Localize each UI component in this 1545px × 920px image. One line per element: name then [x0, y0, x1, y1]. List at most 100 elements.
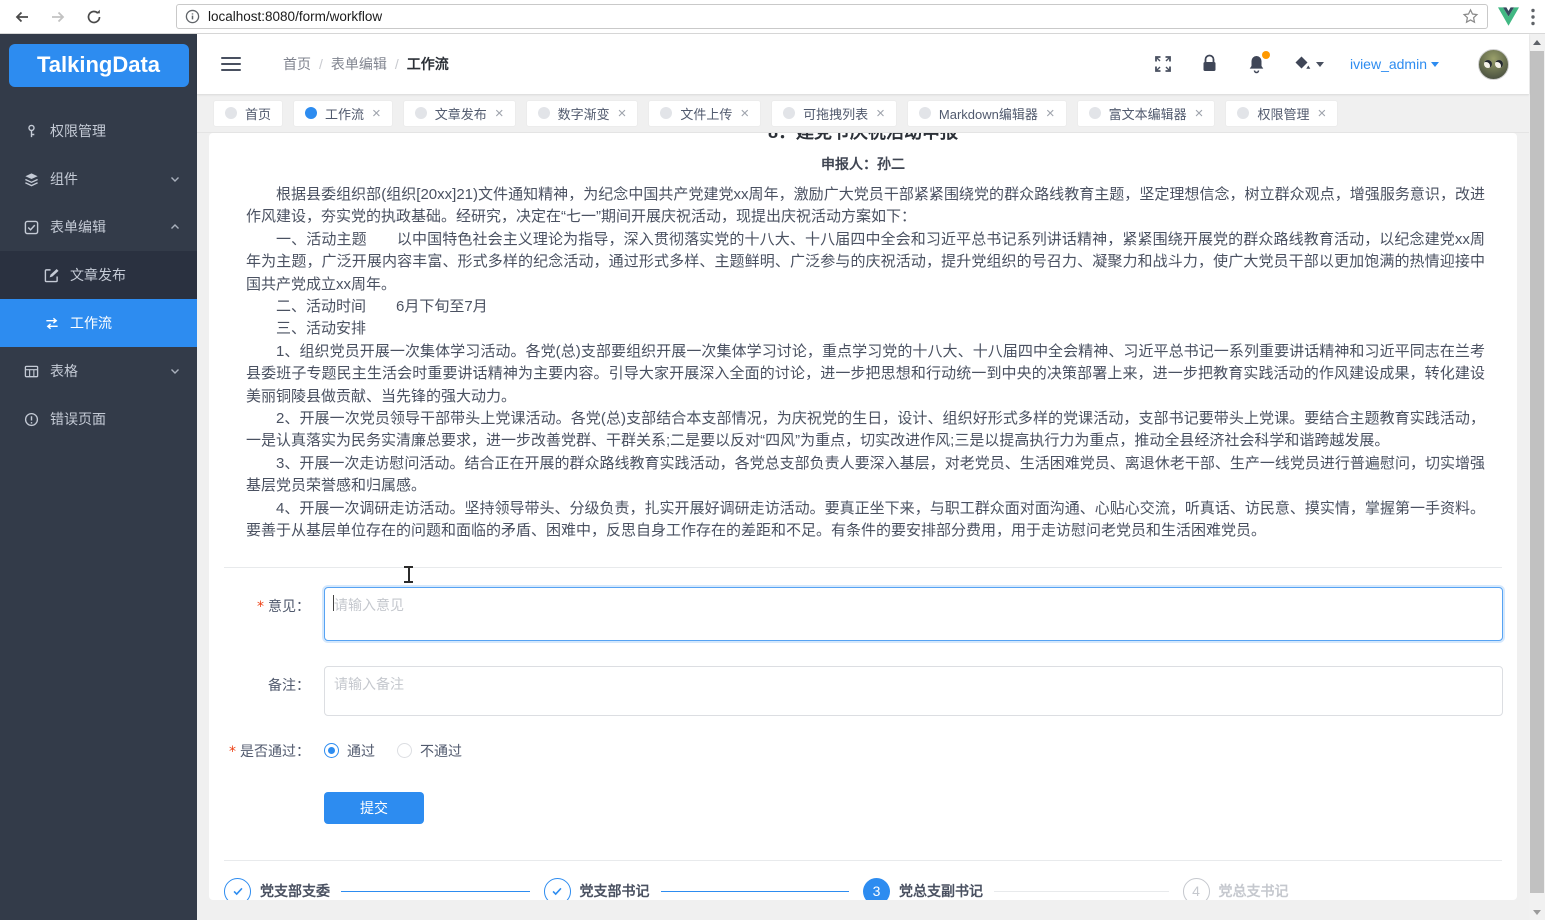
fullscreen-icon[interactable] [1152, 53, 1174, 75]
edit-icon [44, 267, 60, 283]
tab-markdown-editor[interactable]: Markdown编辑器 × [906, 99, 1067, 127]
tab-dot-icon [1088, 107, 1101, 119]
document-body: 根据县委组织部(组织[20xx]21)文件通知精神，为纪念中国共产党建党xx周年… [209, 174, 1517, 543]
document-title: 8：建党节庆祝活动申报 [209, 133, 1517, 145]
page-scrollbar[interactable] [1529, 34, 1545, 920]
tab-dot-icon [414, 107, 427, 119]
close-icon[interactable]: × [1046, 106, 1055, 121]
breadcrumb-section[interactable]: 表单编辑 [331, 54, 387, 74]
hamburger-menu-icon[interactable] [221, 57, 241, 71]
review-form: *意见： 备注： *是否通过： [209, 568, 1517, 824]
approval-steps: 党支部支委 张三审核并通过 党支部书记 李四审核并通过 3 [209, 861, 1517, 900]
paragraph: 根据县委组织部(组织[20xx]21)文件通知精神，为纪念中国共产党建党xx周年… [246, 186, 1485, 226]
remark-input[interactable] [324, 665, 1503, 716]
bookmark-star-icon[interactable] [1462, 8, 1479, 25]
sidebar-item-components[interactable]: 组件 [0, 155, 197, 203]
notification-badge [1261, 51, 1270, 59]
lock-icon[interactable] [1199, 53, 1221, 75]
paragraph: 二、活动时间 6月下旬至7月 [276, 298, 488, 316]
breadcrumb: 首页 / 表单编辑 / 工作流 [283, 54, 449, 74]
avatar[interactable] [1478, 48, 1509, 80]
close-icon[interactable]: × [618, 106, 627, 121]
app-logo[interactable]: TalkingData [8, 43, 189, 87]
sidebar-item-tables[interactable]: 表格 [0, 347, 197, 395]
sidebar-item-workflow[interactable]: 工作流 [0, 299, 197, 347]
browser-menu-icon[interactable] [1531, 8, 1535, 26]
close-icon[interactable]: × [876, 106, 885, 121]
scroll-up-icon[interactable] [1529, 34, 1545, 50]
tab-home[interactable]: 首页 [213, 99, 284, 127]
breadcrumb-home[interactable]: 首页 [283, 54, 311, 74]
user-menu[interactable]: iview_admin [1350, 56, 1439, 72]
tab-number-gradient[interactable]: 数字渐变 × [525, 99, 639, 127]
sidebar-item-label: 表单编辑 [50, 219, 106, 235]
sidebar-menu: 权限管理 组件 表单编辑 文章发布 工作流 表格 错误页面 [0, 96, 197, 443]
tab-dot-icon [537, 107, 550, 119]
sidebar-item-label: 表格 [50, 363, 78, 379]
tab-dot-icon [660, 107, 673, 119]
step-1: 党支部支委 张三审核并通过 [224, 877, 544, 900]
workflow-card: 8：建党节庆祝活动申报 申报人：孙二 根据县委组织部(组织[20xx]21)文件… [209, 133, 1517, 900]
paragraph: 4、开展一次调研走访活动。坚持领导带头、分级负责，扎实开展好调研走访活动。要真正… [246, 499, 1485, 540]
table-icon [24, 363, 40, 379]
tab-article-publish[interactable]: 文章发布 × [402, 99, 516, 127]
username: iview_admin [1349, 56, 1427, 72]
forward-icon[interactable] [46, 5, 70, 29]
page-info-icon[interactable] [185, 9, 200, 24]
notification-bell-icon[interactable] [1246, 51, 1270, 75]
scrollbar-thumb[interactable] [1530, 51, 1544, 893]
step-4: 4 党总支书记 赵六审核并通过 [1182, 877, 1503, 900]
tab-file-upload[interactable]: 文件上传 × [648, 99, 762, 127]
url-text[interactable]: localhost:8080/form/workflow [208, 9, 1454, 24]
opinion-input[interactable] [324, 586, 1503, 641]
step-title: 党总支副书记 [899, 883, 983, 899]
sidebar-item-label: 错误页面 [50, 411, 106, 427]
tab-permission[interactable]: 权限管理 × [1225, 99, 1339, 127]
tab-dot-icon [305, 107, 318, 119]
close-icon[interactable]: × [1317, 106, 1326, 121]
paragraph: 1、组织党员开展一次集体学习活动。各党(总)支部要组织开展一次集体学习讨论，重点… [246, 342, 1485, 405]
radio-reject-label[interactable]: 不通过 [420, 741, 462, 761]
sidebar: TalkingData 权限管理 组件 表单编辑 文章发布 工作流 表格 错误页… [0, 34, 197, 920]
close-icon[interactable]: × [372, 106, 381, 121]
chevron-up-icon [169, 221, 181, 233]
sidebar-item-error-pages[interactable]: 错误页面 [0, 395, 197, 443]
radio-pass[interactable] [324, 743, 339, 758]
chevron-down-icon [169, 365, 181, 377]
applicant: 申报人：孙二 [821, 156, 905, 172]
sidebar-item-label: 组件 [50, 171, 78, 187]
checkbox-icon [24, 219, 40, 235]
tab-dot-icon [1237, 107, 1250, 119]
reload-icon[interactable] [82, 5, 106, 29]
step-title: 党支部书记 [579, 883, 650, 899]
caret-down-icon [1316, 61, 1325, 67]
sidebar-item-permission[interactable]: 权限管理 [0, 107, 197, 155]
address-bar[interactable]: localhost:8080/form/workflow [176, 4, 1488, 29]
step-2: 党支部书记 李四审核并通过 [543, 877, 864, 900]
vue-devtools-icon[interactable] [1498, 7, 1519, 26]
sidebar-item-article-publish[interactable]: 文章发布 [0, 251, 197, 299]
scroll-down-icon[interactable] [1529, 904, 1545, 920]
tab-dot-icon [783, 107, 796, 119]
tab-workflow[interactable]: 工作流 × [293, 99, 393, 127]
caret-down-icon [1431, 61, 1439, 67]
app-header: 首页 / 表单编辑 / 工作流 iview_admin [197, 34, 1529, 94]
sidebar-item-form-edit[interactable]: 表单编辑 [0, 203, 197, 251]
tab-bar: 首页 工作流 × 文章发布 × 数字渐变 × 文件上传 × 可拖拽列表 × Ma… [197, 94, 1529, 133]
tab-richtext-editor[interactable]: 富文本编辑器 × [1076, 99, 1216, 127]
close-icon[interactable]: × [495, 106, 504, 121]
theme-icon[interactable] [1293, 53, 1325, 75]
close-icon[interactable]: × [740, 106, 749, 121]
tab-dot-icon [225, 107, 237, 119]
back-icon[interactable] [10, 5, 34, 29]
submit-button[interactable]: 提交 [324, 791, 424, 824]
radio-pass-label[interactable]: 通过 [347, 741, 375, 761]
sidebar-item-label: 文章发布 [70, 267, 126, 283]
layers-icon [24, 171, 40, 187]
radio-reject[interactable] [397, 743, 412, 758]
tab-draggable-list[interactable]: 可拖拽列表 × [771, 99, 897, 127]
browser-chrome: localhost:8080/form/workflow [0, 0, 1545, 34]
content-area: 8：建党节庆祝活动申报 申报人：孙二 根据县委组织部(组织[20xx]21)文件… [197, 133, 1529, 920]
close-icon[interactable]: × [1195, 106, 1204, 121]
step-check-icon [224, 877, 251, 900]
